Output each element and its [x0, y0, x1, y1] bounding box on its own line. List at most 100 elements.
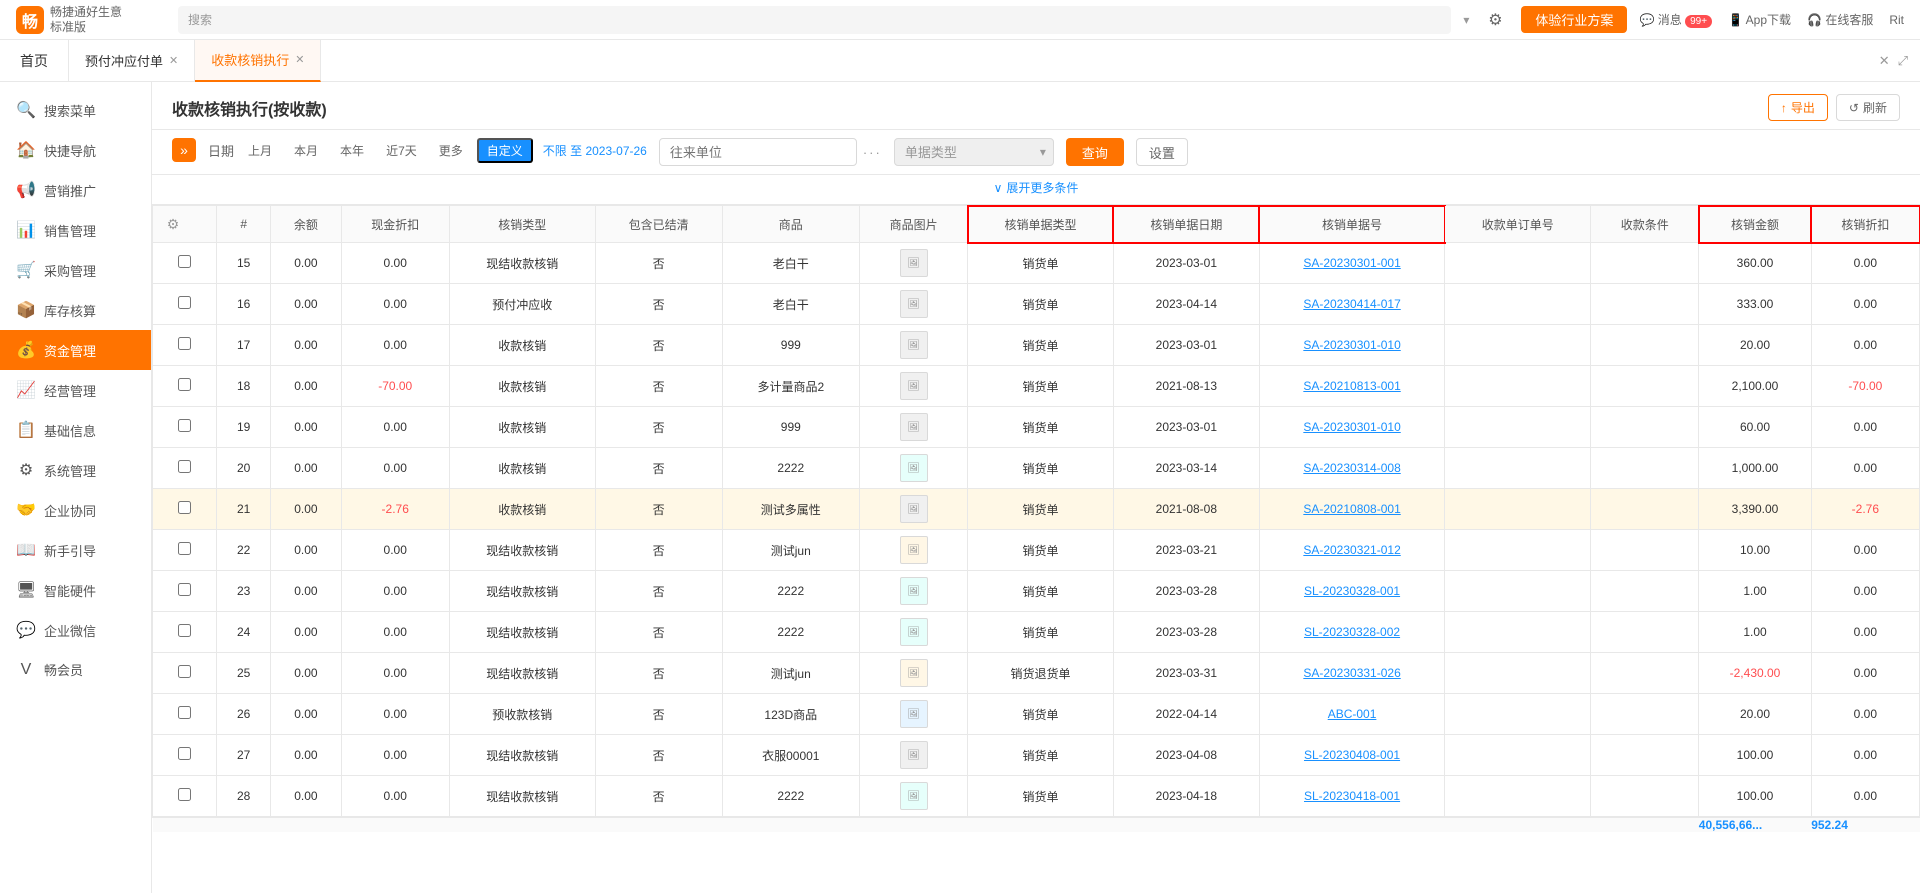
- col-product[interactable]: 商品: [722, 206, 859, 243]
- row-bill-date: 2023-04-14: [1113, 284, 1259, 325]
- sidebar-item-marketing[interactable]: 📢 营销推广: [0, 170, 151, 210]
- date-last-month[interactable]: 上月: [240, 140, 280, 161]
- row-checkbox[interactable]: [153, 284, 217, 325]
- row-bill-no[interactable]: SA-20230301-010: [1259, 325, 1445, 366]
- filter-toggle[interactable]: »: [172, 138, 196, 162]
- row-verify-type: 收款核销: [449, 407, 595, 448]
- row-checkbox[interactable]: [153, 489, 217, 530]
- date-custom[interactable]: 自定义: [477, 138, 533, 163]
- sidebar-item-wechat[interactable]: 💬 企业微信: [0, 610, 151, 650]
- row-checkbox[interactable]: [153, 366, 217, 407]
- row-bill-no[interactable]: ABC-001: [1259, 694, 1445, 735]
- row-checkbox[interactable]: [153, 407, 217, 448]
- row-checkbox[interactable]: [153, 243, 217, 284]
- sidebar-item-sales[interactable]: 📊 销售管理: [0, 210, 151, 250]
- partner-input[interactable]: [659, 138, 857, 166]
- app-download[interactable]: 📱 App下载: [1728, 11, 1791, 28]
- row-checkbox[interactable]: [153, 325, 217, 366]
- col-cash-discount[interactable]: 现金折扣: [341, 206, 449, 243]
- refresh-button[interactable]: ↺ 刷新: [1836, 94, 1900, 121]
- sidebar-item-inventory[interactable]: 📦 库存核算: [0, 290, 151, 330]
- row-bill-no[interactable]: SL-20230328-001: [1259, 571, 1445, 612]
- row-discount: -70.00: [1811, 366, 1919, 407]
- col-balance[interactable]: 余额: [271, 206, 342, 243]
- col-payment-term[interactable]: 收款条件: [1591, 206, 1699, 243]
- date-filter-group: 日期 上月 本月 本年 近7天 更多 自定义 不限 至 2023-07-26: [208, 138, 647, 163]
- user-name[interactable]: Rit: [1889, 13, 1904, 27]
- date-this-year[interactable]: 本年: [332, 140, 372, 161]
- sidebar-item-nav[interactable]: 🏠 快捷导航: [0, 130, 151, 170]
- row-bill-no[interactable]: SA-20230321-012: [1259, 530, 1445, 571]
- row-checkbox[interactable]: [153, 694, 217, 735]
- row-checkbox[interactable]: [153, 448, 217, 489]
- row-bill-type: 销货单: [968, 325, 1114, 366]
- row-checkbox[interactable]: [153, 653, 217, 694]
- industry-solution-button[interactable]: 体验行业方案: [1521, 6, 1627, 33]
- row-checkbox[interactable]: [153, 612, 217, 653]
- sidebar-item-purchase[interactable]: 🛒 采购管理: [0, 250, 151, 290]
- row-bill-no[interactable]: SL-20230408-001: [1259, 735, 1445, 776]
- row-bill-no[interactable]: SA-20230301-010: [1259, 407, 1445, 448]
- row-checkbox[interactable]: [153, 735, 217, 776]
- row-checkbox[interactable]: [153, 530, 217, 571]
- col-bill-no[interactable]: 核销单据号: [1259, 206, 1445, 243]
- sidebar-item-vip[interactable]: V 畅会员: [0, 650, 151, 689]
- search-dropdown-icon[interactable]: ▾: [1463, 13, 1469, 27]
- row-verify-type: 现结收款核销: [449, 653, 595, 694]
- sidebar-item-basic-info[interactable]: 📋 基础信息: [0, 410, 151, 450]
- col-receipt-no[interactable]: 收款单订单号: [1445, 206, 1591, 243]
- logo-text: 畅捷通好生意 标准版: [50, 5, 122, 34]
- date-more[interactable]: 更多: [431, 140, 471, 161]
- row-cash-discount: 0.00: [341, 571, 449, 612]
- col-bill-date[interactable]: 核销单据日期: [1113, 206, 1259, 243]
- sidebar-item-operations[interactable]: 📈 经营管理: [0, 370, 151, 410]
- sidebar-item-enterprise[interactable]: 🤝 企业协同: [0, 490, 151, 530]
- global-search[interactable]: 搜索: [178, 6, 1451, 34]
- query-button[interactable]: 查询: [1066, 138, 1124, 166]
- row-bill-no[interactable]: SL-20230328-002: [1259, 612, 1445, 653]
- date-this-month[interactable]: 本月: [286, 140, 326, 161]
- online-service[interactable]: 🎧 在线客服: [1807, 11, 1873, 28]
- row-checkbox[interactable]: [153, 776, 217, 818]
- row-bill-no[interactable]: SA-20230314-008: [1259, 448, 1445, 489]
- table-settings-icon[interactable]: ⚙: [163, 214, 183, 234]
- row-bill-no[interactable]: SA-20210813-001: [1259, 366, 1445, 407]
- col-include-settled[interactable]: 包含已结清: [595, 206, 722, 243]
- partner-dots[interactable]: ···: [863, 145, 882, 160]
- row-bill-type: 销货单: [968, 735, 1114, 776]
- date-7days[interactable]: 近7天: [378, 140, 425, 161]
- column-settings-button[interactable]: 设置: [1136, 138, 1188, 166]
- tab-verify[interactable]: 收款核销执行 ✕: [195, 40, 321, 82]
- row-bill-no[interactable]: SA-20230331-026: [1259, 653, 1445, 694]
- sidebar-item-hardware[interactable]: 🖥 智能硬件: [0, 570, 151, 610]
- export-button[interactable]: ↑ 导出: [1768, 94, 1828, 121]
- col-settings[interactable]: ⚙: [153, 206, 217, 243]
- messages-area[interactable]: 💬 消息 99+: [1639, 11, 1712, 28]
- col-verify-type[interactable]: 核销类型: [449, 206, 595, 243]
- row-amount: 1,000.00: [1699, 448, 1811, 489]
- row-bill-no[interactable]: SA-20210808-001: [1259, 489, 1445, 530]
- bill-type-select[interactable]: 单据类型: [894, 138, 1054, 166]
- tab-prepay[interactable]: 预付冲应付单 ✕: [69, 40, 195, 82]
- sidebar-item-search[interactable]: 🔍 搜索菜单: [0, 90, 151, 130]
- tab-close-all-icon[interactable]: ✕: [1879, 53, 1890, 69]
- sidebar-item-system[interactable]: ⚙ 系统管理: [0, 450, 151, 490]
- settings-icon[interactable]: ⚙: [1481, 6, 1509, 34]
- col-discount[interactable]: 核销折扣: [1811, 206, 1919, 243]
- col-bill-type[interactable]: 核销单据类型: [968, 206, 1114, 243]
- sidebar-item-funds[interactable]: 💰 资金管理: [0, 330, 151, 370]
- tab-fullscreen-icon[interactable]: ⤢: [1898, 53, 1908, 69]
- sidebar-item-guide[interactable]: 📖 新手引导: [0, 530, 151, 570]
- row-bill-no[interactable]: SL-20230418-001: [1259, 776, 1445, 818]
- tab-home[interactable]: 首页: [0, 40, 69, 82]
- tab-verify-close[interactable]: ✕: [295, 53, 304, 66]
- row-bill-no[interactable]: SA-20230301-001: [1259, 243, 1445, 284]
- row-product-img: 🖼: [860, 448, 968, 489]
- col-amount[interactable]: 核销金额: [1699, 206, 1811, 243]
- col-product-img[interactable]: 商品图片: [860, 206, 968, 243]
- row-checkbox[interactable]: [153, 571, 217, 612]
- row-bill-no[interactable]: SA-20230414-017: [1259, 284, 1445, 325]
- expand-more-button[interactable]: ∨ 展开更多条件: [994, 179, 1079, 196]
- tab-prepay-close[interactable]: ✕: [169, 54, 178, 67]
- row-number: 18: [217, 366, 271, 407]
